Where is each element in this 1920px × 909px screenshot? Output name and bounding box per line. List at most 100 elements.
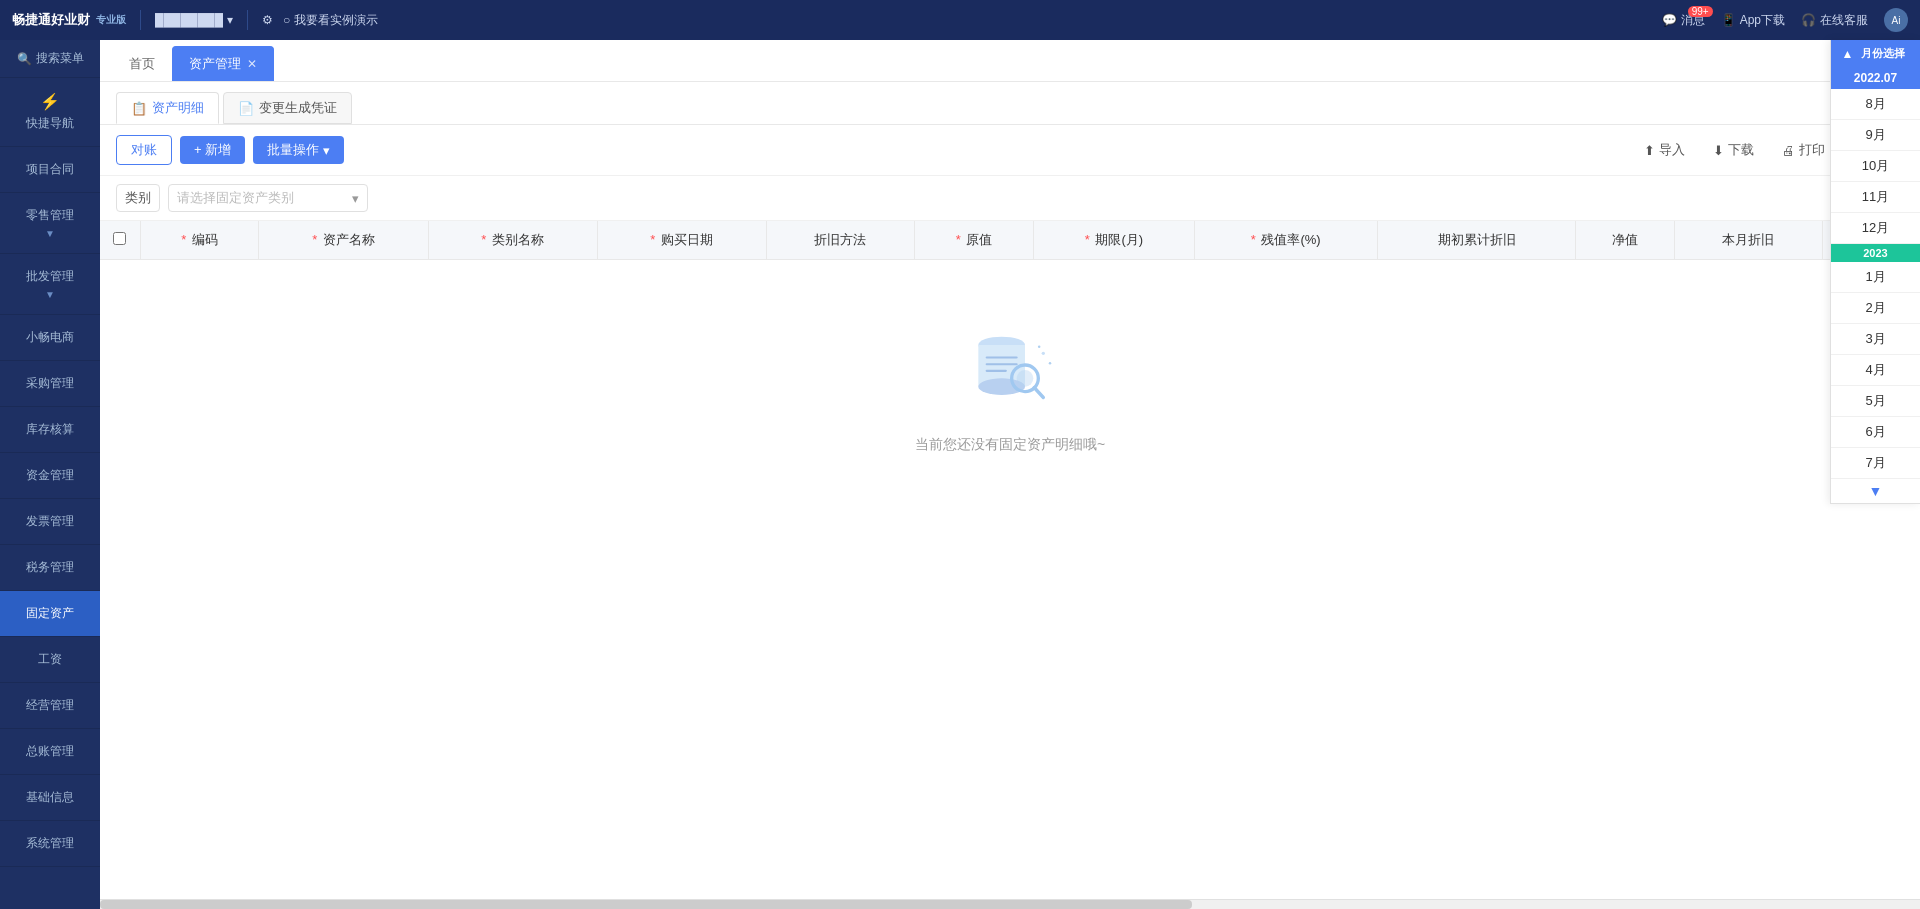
category-filter-input[interactable]: 请选择固定资产类别 <box>168 184 368 212</box>
tab-asset-label: 资产管理 <box>189 55 241 73</box>
app-name: 畅捷通好业财 <box>12 11 90 29</box>
search-menu[interactable]: 🔍 搜索菜单 <box>0 40 100 78</box>
app-brand: 畅捷通好业财 专业版 <box>12 11 126 29</box>
th-period-label: 期限(月) <box>1095 232 1143 247</box>
select-all-checkbox[interactable] <box>113 232 126 245</box>
content-area: 首页 资产管理 ✕ 📋 资产明细 📄 变更生成凭证 <box>100 40 1920 909</box>
sidebar-item-operations[interactable]: 经营管理 <box>0 683 100 729</box>
settings-icon: ⚙ <box>262 13 273 27</box>
sidebar-item-salary[interactable]: 工资 <box>0 637 100 683</box>
sidebar-item-invoice[interactable]: 发票管理 <box>0 499 100 545</box>
search-icon: 🔍 <box>17 52 32 66</box>
import-button[interactable]: ⬆ 导入 <box>1634 136 1695 164</box>
month-picker-year[interactable]: 2022.07 <box>1831 67 1920 89</box>
tab-home[interactable]: 首页 <box>112 46 172 81</box>
month-item-10[interactable]: 10月 <box>1831 151 1920 182</box>
page-content: 📋 资产明细 📄 变更生成凭证 对账 + 新增 批量操作 <box>100 82 1920 909</box>
sidebar-item-ecommerce[interactable]: 小畅电商 <box>0 315 100 361</box>
reconcile-button[interactable]: 对账 <box>116 135 172 165</box>
sidebar-item-finance[interactable]: 资金管理 <box>0 453 100 499</box>
print-icon: 🖨 <box>1782 143 1795 158</box>
print-button[interactable]: 🖨 打印 <box>1772 136 1835 164</box>
sidebar-item-inventory[interactable]: 库存核算 <box>0 407 100 453</box>
nav-icon: ⚡ <box>40 92 60 111</box>
nav-label: 快捷导航 <box>26 115 74 132</box>
message-icon: 💬 <box>1662 13 1677 27</box>
sidebar-item-tax[interactable]: 税务管理 <box>0 545 100 591</box>
topbar-right: 💬 消息 99+ 📱 App下载 🎧 在线客服 Ai <box>1662 8 1908 32</box>
app-download-btn[interactable]: 📱 App下载 <box>1721 12 1785 29</box>
month-picker-down-btn[interactable]: ▼ <box>1869 483 1883 499</box>
month-item-2023-6[interactable]: 6月 <box>1831 417 1920 448</box>
th-code-label: 编码 <box>192 232 218 247</box>
headset-icon: 🎧 <box>1801 13 1816 27</box>
tab-asset-management[interactable]: 资产管理 ✕ <box>172 46 274 81</box>
settings-btn[interactable]: ⚙ <box>262 13 273 27</box>
sidebar-item-retail[interactable]: 零售管理 ▼ <box>0 193 100 254</box>
month-item-2023-2[interactable]: 2月 <box>1831 293 1920 324</box>
month-picker-up-btn[interactable]: ▲ <box>1842 47 1854 61</box>
bottom-scrollbar[interactable] <box>100 899 1920 909</box>
main-layout: 🔍 搜索菜单 ⚡ 快捷导航 项目合同 零售管理 ▼ 批发管理 ▼ 小畅电商 采购… <box>0 40 1920 909</box>
app-download-label: App下载 <box>1740 12 1785 29</box>
month-item-9[interactable]: 9月 <box>1831 120 1920 151</box>
month-item-2023-7[interactable]: 7月 <box>1831 448 1920 479</box>
app-download-icon: 📱 <box>1721 13 1736 27</box>
month-item-11[interactable]: 11月 <box>1831 182 1920 213</box>
sidebar-item-nav[interactable]: ⚡ 快捷导航 <box>0 78 100 147</box>
month-item-2023-3[interactable]: 3月 <box>1831 324 1920 355</box>
month-picker-header: ▲ 月份选择 <box>1831 40 1920 67</box>
company-selector[interactable]: ████████ <box>155 13 233 27</box>
sub-tab-change-voucher[interactable]: 📄 变更生成凭证 <box>223 92 352 124</box>
batch-label: 批量操作 <box>267 141 319 159</box>
th-accum-dep-label: 期初累计折旧 <box>1438 232 1516 247</box>
sidebar-item-purchase[interactable]: 采购管理 <box>0 361 100 407</box>
sub-tab-asset-detail[interactable]: 📋 资产明细 <box>116 92 219 124</box>
scroll-thumb[interactable] <box>100 900 1192 909</box>
demo-link[interactable]: ○ 我要看实例演示 <box>283 12 378 29</box>
add-label: + 新增 <box>194 141 231 159</box>
app-edition: 专业版 <box>96 13 126 27</box>
tab-close-icon[interactable]: ✕ <box>247 57 257 71</box>
user-avatar[interactable]: Ai <box>1884 8 1908 32</box>
empty-row: 当前您还没有固定资产明细哦~ <box>100 260 1920 515</box>
online-service-label: 在线客服 <box>1820 12 1868 29</box>
th-code: * 编码 <box>140 221 259 260</box>
sidebar-item-wholesale[interactable]: 批发管理 ▼ <box>0 254 100 315</box>
month-list-2022: 8月 9月 10月 11月 12月 <box>1831 89 1920 244</box>
month-item-2023-4[interactable]: 4月 <box>1831 355 1920 386</box>
th-category-label: 类别名称 <box>492 232 544 247</box>
batch-button[interactable]: 批量操作 <box>253 136 344 164</box>
sidebar-item-project[interactable]: 项目合同 <box>0 147 100 193</box>
month-item-2023-1[interactable]: 1月 <box>1831 262 1920 293</box>
category-filter-label[interactable]: 类别 <box>116 184 160 212</box>
empty-cell: 当前您还没有固定资产明细哦~ <box>100 260 1920 515</box>
th-residual-rate: * 残值率(%) <box>1194 221 1377 260</box>
category-label-text: 类别 <box>125 189 151 207</box>
sidebar-item-basic-info[interactable]: 基础信息 <box>0 775 100 821</box>
svg-point-9 <box>1042 352 1045 355</box>
message-btn[interactable]: 💬 消息 99+ <box>1662 12 1705 29</box>
sidebar-item-system[interactable]: 系统管理 <box>0 821 100 867</box>
th-orig-value-label: 原值 <box>966 232 992 247</box>
message-badge: 99+ <box>1688 6 1713 17</box>
sub-tabs: 📋 资产明细 📄 变更生成凭证 <box>100 82 1920 125</box>
import-icon: ⬆ <box>1644 143 1655 158</box>
batch-dropdown-icon <box>323 143 330 158</box>
th-monthly-dep-label: 本月折旧 <box>1722 232 1774 247</box>
add-button[interactable]: + 新增 <box>180 136 245 164</box>
sidebar-item-fixed-assets[interactable]: 固定资产 <box>0 591 100 637</box>
sidebar-item-ledger[interactable]: 总账管理 <box>0 729 100 775</box>
month-item-8[interactable]: 8月 <box>1831 89 1920 120</box>
month-item-2023-5[interactable]: 5月 <box>1831 386 1920 417</box>
online-service-btn[interactable]: 🎧 在线客服 <box>1801 12 1868 29</box>
th-purchase-date-label: 购买日期 <box>661 232 713 247</box>
th-original-value: * 原值 <box>915 221 1034 260</box>
search-label: 搜索菜单 <box>36 50 84 67</box>
download-button[interactable]: ⬇ 下载 <box>1703 136 1764 164</box>
empty-illustration <box>960 320 1060 420</box>
month-item-12[interactable]: 12月 <box>1831 213 1920 244</box>
month-picker-title: 月份选择 <box>1861 46 1905 61</box>
sub-tab-asset-detail-label: 资产明细 <box>152 99 204 117</box>
th-asset-name-label: 资产名称 <box>323 232 375 247</box>
